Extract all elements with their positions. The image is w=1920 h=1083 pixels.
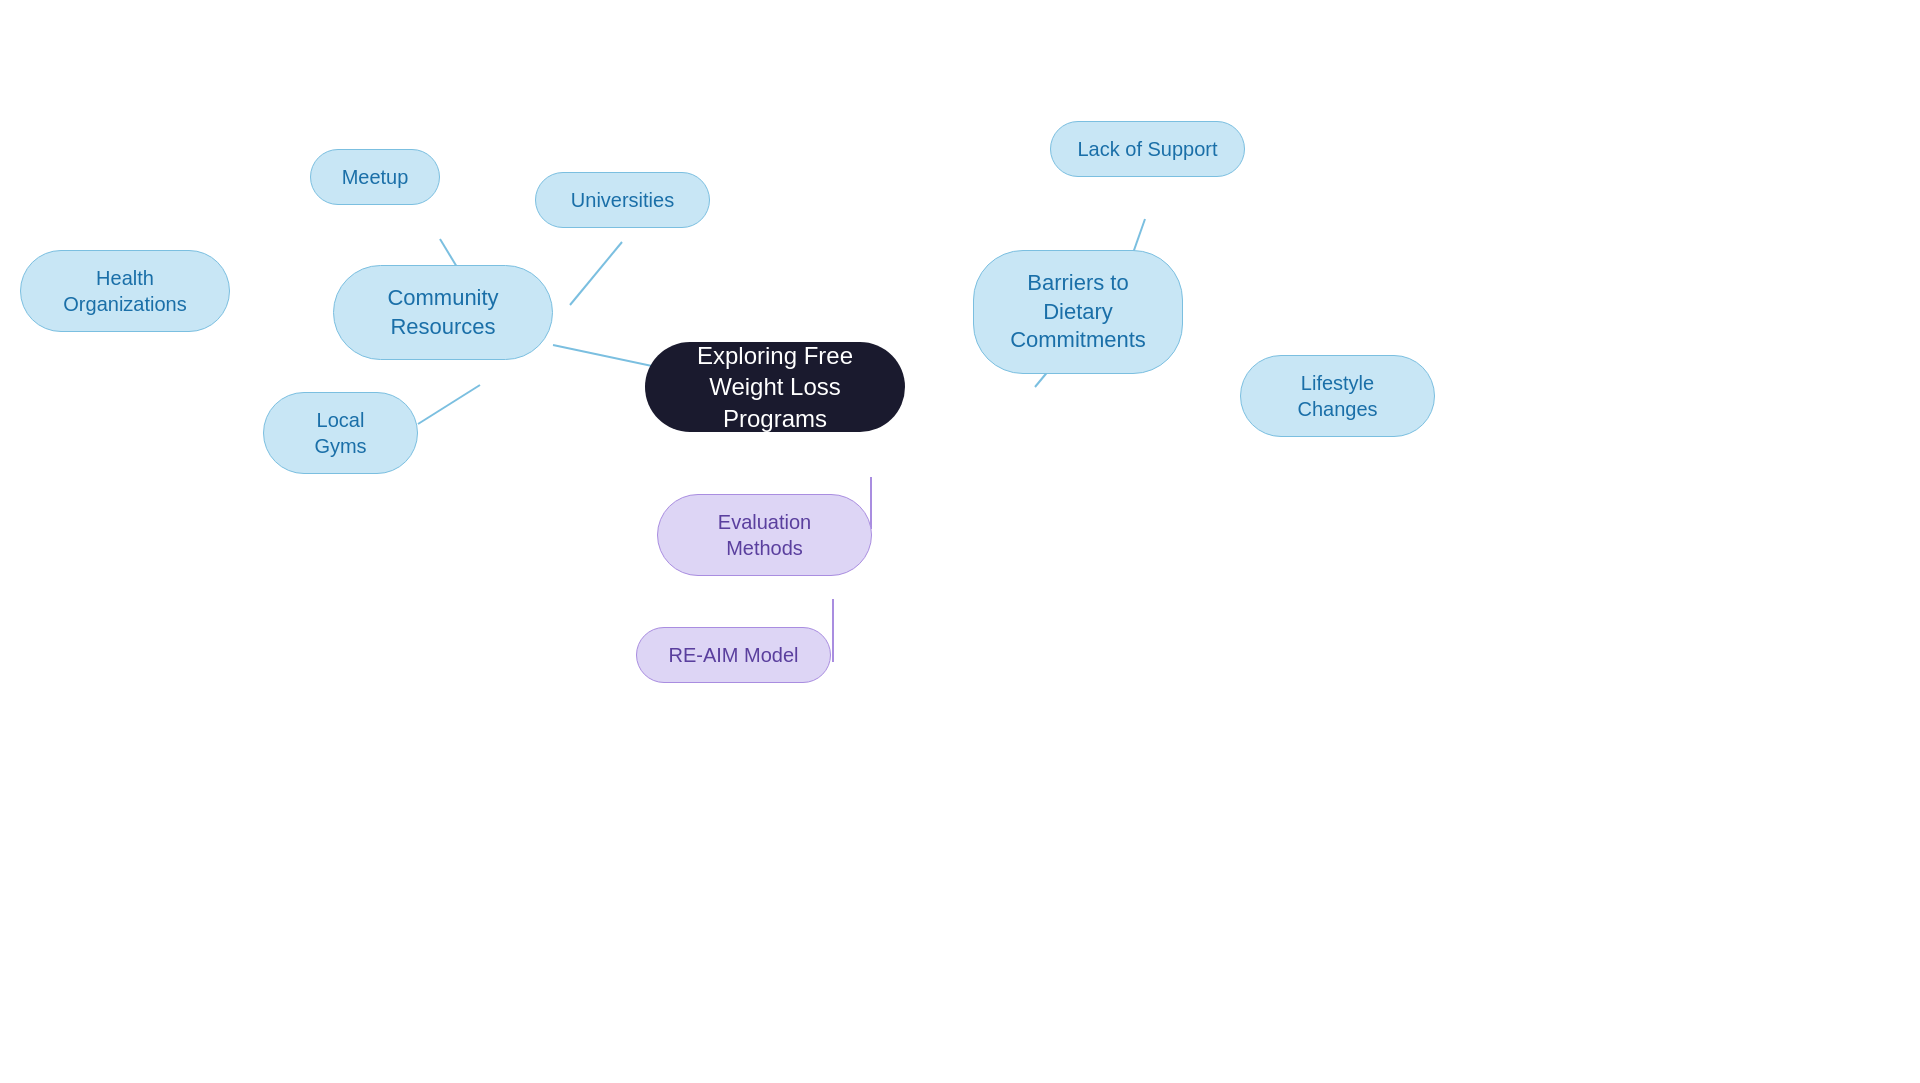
svg-line-4	[418, 385, 480, 424]
re-aim-model-node[interactable]: RE-AIM Model	[636, 627, 831, 683]
barriers-dietary-node[interactable]: Barriers to Dietary Commitments	[973, 250, 1183, 374]
lack-of-support-node[interactable]: Lack of Support	[1050, 121, 1245, 177]
universities-node[interactable]: Universities	[535, 172, 710, 228]
meetup-node[interactable]: Meetup	[310, 149, 440, 205]
community-resources-node[interactable]: Community Resources	[333, 265, 553, 360]
local-gyms-node[interactable]: Local Gyms	[263, 392, 418, 474]
center-node[interactable]: Exploring Free Weight Loss Programs	[645, 342, 905, 432]
health-organizations-node[interactable]: Health Organizations	[20, 250, 230, 332]
lifestyle-changes-node[interactable]: Lifestyle Changes	[1240, 355, 1435, 437]
svg-line-3	[570, 242, 622, 305]
evaluation-methods-node[interactable]: Evaluation Methods	[657, 494, 872, 576]
